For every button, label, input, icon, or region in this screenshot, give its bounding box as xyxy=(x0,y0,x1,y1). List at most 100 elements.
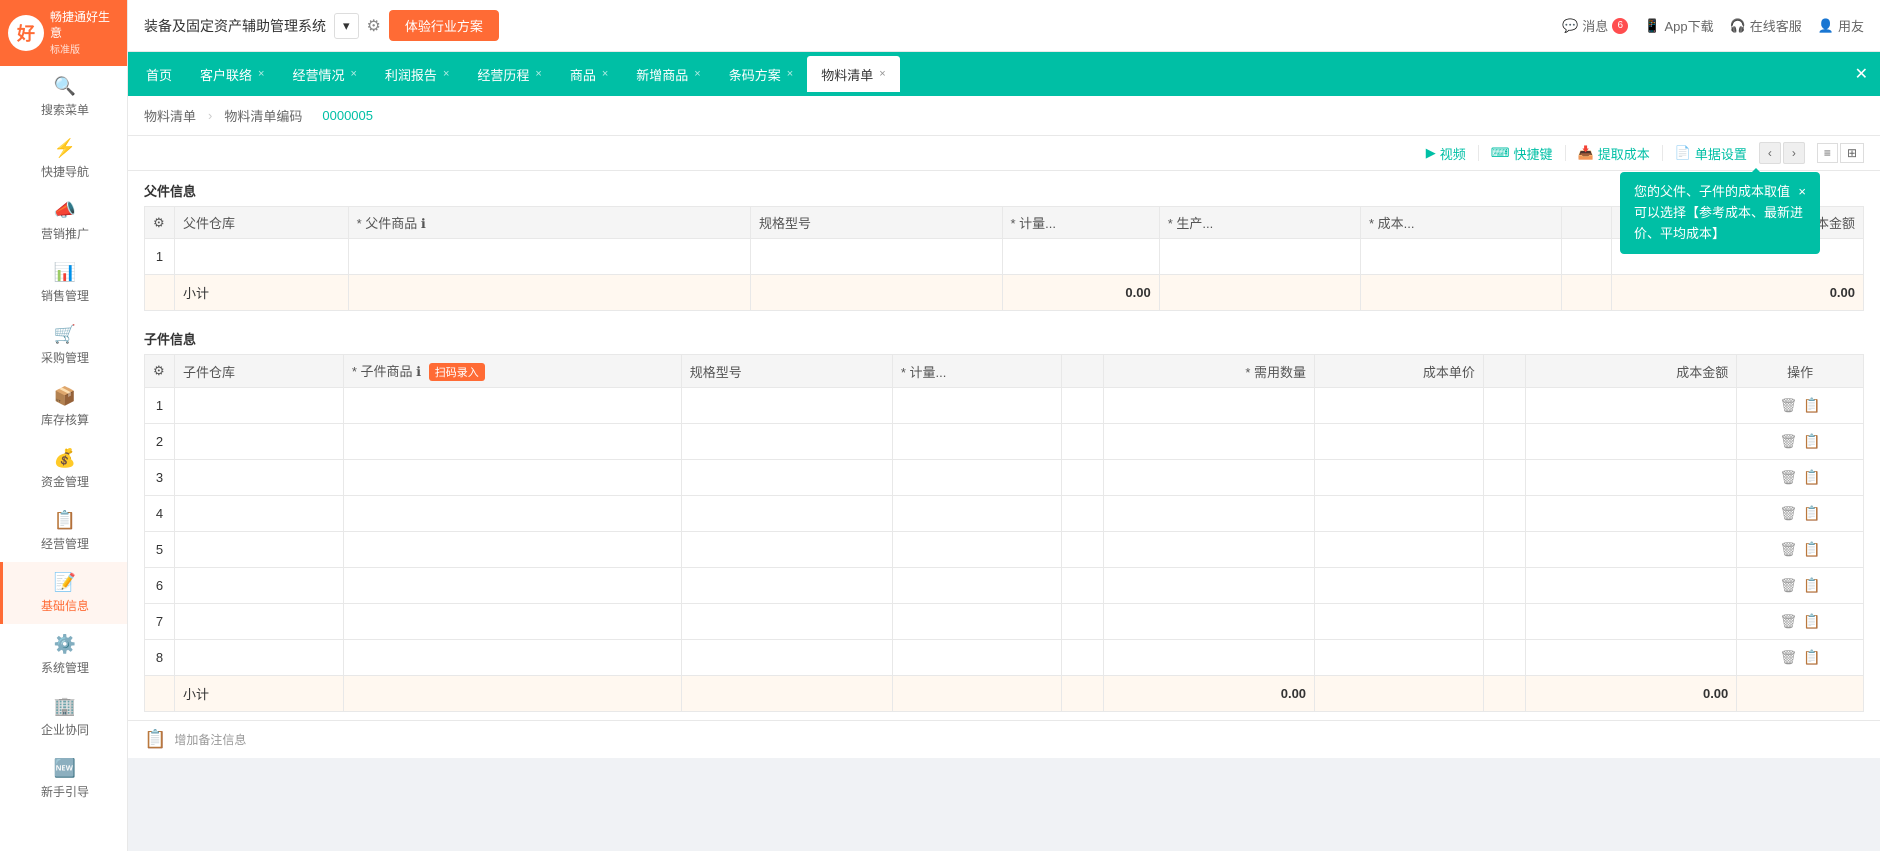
sidebar-item-basic[interactable]: 📝基础信息 xyxy=(0,562,127,624)
tab-close-goods[interactable]: × xyxy=(602,68,608,80)
sidebar-item-search[interactable]: 🔍搜索菜单 xyxy=(0,66,127,128)
child-quantity-8[interactable] xyxy=(1103,640,1314,676)
sidebar-item-quicknav[interactable]: ⚡快捷导航 xyxy=(0,128,127,190)
child-warehouse-8[interactable] xyxy=(175,640,344,676)
sidebar-item-enterprise[interactable]: 🏢企业协同 xyxy=(0,686,127,748)
child-delete-2[interactable]: 🗑 xyxy=(1780,433,1798,450)
close-all-tabs-btn[interactable]: ✕ xyxy=(1847,64,1876,84)
child-copy-8[interactable]: 📋 xyxy=(1803,649,1820,666)
parent-warehouse-1[interactable] xyxy=(175,239,349,275)
child-quantity-4[interactable] xyxy=(1103,496,1314,532)
child-unit-price-3[interactable] xyxy=(1315,460,1484,496)
child-unit-7[interactable] xyxy=(892,604,1061,640)
tab-close-barcode[interactable]: × xyxy=(787,68,793,80)
child-spec-8[interactable] xyxy=(681,640,892,676)
parent-spec-1[interactable] xyxy=(751,239,1003,275)
child-warehouse-2[interactable] xyxy=(175,424,344,460)
tab-close-history[interactable]: × xyxy=(535,68,541,80)
child-copy-6[interactable]: 📋 xyxy=(1803,577,1820,594)
child-copy-4[interactable]: 📋 xyxy=(1803,505,1820,522)
child-quantity-5[interactable] xyxy=(1103,532,1314,568)
child-unit-price-2[interactable] xyxy=(1315,424,1484,460)
child-delete-3[interactable]: 🗑 xyxy=(1780,469,1798,486)
user-btn[interactable]: 👤 用友 xyxy=(1818,16,1864,35)
nav-next-btn[interactable]: › xyxy=(1783,142,1805,164)
child-spec-5[interactable] xyxy=(681,532,892,568)
child-spec-2[interactable] xyxy=(681,424,892,460)
sidebar-item-system[interactable]: ⚙️系统管理 xyxy=(0,624,127,686)
sidebar-item-purchase[interactable]: 🛒采购管理 xyxy=(0,314,127,376)
child-delete-5[interactable]: 🗑 xyxy=(1780,541,1798,558)
child-unit-4[interactable] xyxy=(892,496,1061,532)
child-col-settings[interactable]: ⚙ xyxy=(145,355,175,388)
sidebar-item-inventory[interactable]: 📦库存核算 xyxy=(0,376,127,438)
tab-close-newgoods[interactable]: × xyxy=(694,68,700,80)
child-unit-5[interactable] xyxy=(892,532,1061,568)
online-service-btn[interactable]: 🎧 在线客服 xyxy=(1730,16,1802,35)
parent-col-settings[interactable]: ⚙ xyxy=(145,207,175,239)
tab-close-profit[interactable]: × xyxy=(443,68,449,80)
child-quantity-6[interactable] xyxy=(1103,568,1314,604)
app-download-btn[interactable]: 📱 App下载 xyxy=(1644,16,1713,35)
child-copy-1[interactable]: 📋 xyxy=(1803,397,1820,414)
child-goods-7[interactable] xyxy=(343,604,681,640)
child-warehouse-6[interactable] xyxy=(175,568,344,604)
child-quantity-7[interactable] xyxy=(1103,604,1314,640)
child-quantity-1[interactable] xyxy=(1103,388,1314,424)
list-view-btn[interactable]: ≡ xyxy=(1817,143,1838,163)
child-unit-price-6[interactable] xyxy=(1315,568,1484,604)
sidebar-item-marketing[interactable]: 📣营销推广 xyxy=(0,190,127,252)
tab-bom[interactable]: 物料清单× xyxy=(807,56,899,92)
child-delete-6[interactable]: 🗑 xyxy=(1780,577,1798,594)
child-delete-1[interactable]: 🗑 xyxy=(1780,397,1798,414)
child-cost-amount-1[interactable] xyxy=(1526,388,1737,424)
child-warehouse-4[interactable] xyxy=(175,496,344,532)
tab-close-bom[interactable]: × xyxy=(879,68,885,80)
parent-cost-1[interactable] xyxy=(1360,239,1561,275)
tab-customer[interactable]: 客户联络× xyxy=(186,56,278,92)
tab-operations[interactable]: 经营情况× xyxy=(278,56,370,92)
tab-close-customer[interactable]: × xyxy=(258,68,264,80)
child-warehouse-7[interactable] xyxy=(175,604,344,640)
child-cost-amount-4[interactable] xyxy=(1526,496,1737,532)
child-unit-price-8[interactable] xyxy=(1315,640,1484,676)
sidebar-item-finance[interactable]: 💰资金管理 xyxy=(0,438,127,500)
child-quantity-2[interactable] xyxy=(1103,424,1314,460)
sidebar-item-guide[interactable]: 🆕新手引导 xyxy=(0,748,127,810)
topbar-select-btn[interactable]: ▾ xyxy=(334,13,359,39)
tab-barcode[interactable]: 条码方案× xyxy=(715,56,807,92)
child-cost-amount-2[interactable] xyxy=(1526,424,1737,460)
child-warehouse-5[interactable] xyxy=(175,532,344,568)
tab-home[interactable]: 首页 xyxy=(132,56,186,92)
child-spec-7[interactable] xyxy=(681,604,892,640)
child-unit-3[interactable] xyxy=(892,460,1061,496)
child-unit-8[interactable] xyxy=(892,640,1061,676)
child-copy-2[interactable]: 📋 xyxy=(1803,433,1820,450)
sidebar-item-sales[interactable]: 📊销售管理 xyxy=(0,252,127,314)
parent-unit-1[interactable] xyxy=(1002,239,1159,275)
child-spec-3[interactable] xyxy=(681,460,892,496)
message-btn[interactable]: 💬 消息 6 xyxy=(1562,16,1628,35)
child-unit-price-5[interactable] xyxy=(1315,532,1484,568)
child-unit-1[interactable] xyxy=(892,388,1061,424)
child-goods-5[interactable] xyxy=(343,532,681,568)
child-warehouse-3[interactable] xyxy=(175,460,344,496)
child-goods-3[interactable] xyxy=(343,460,681,496)
video-btn[interactable]: ▶ 视频 xyxy=(1426,144,1466,163)
sidebar-item-operations[interactable]: 📋经营管理 xyxy=(0,500,127,562)
child-spec-1[interactable] xyxy=(681,388,892,424)
child-cost-amount-8[interactable] xyxy=(1526,640,1737,676)
child-unit-6[interactable] xyxy=(892,568,1061,604)
child-cost-amount-5[interactable] xyxy=(1526,532,1737,568)
child-unit-price-4[interactable] xyxy=(1315,496,1484,532)
child-goods-6[interactable] xyxy=(343,568,681,604)
child-copy-5[interactable]: 📋 xyxy=(1803,541,1820,558)
child-goods-8[interactable] xyxy=(343,640,681,676)
child-cost-amount-3[interactable] xyxy=(1526,460,1737,496)
grid-view-btn[interactable]: ⊞ xyxy=(1840,143,1864,163)
child-quantity-3[interactable] xyxy=(1103,460,1314,496)
tab-newgoods[interactable]: 新增商品× xyxy=(622,56,714,92)
child-delete-8[interactable]: 🗑 xyxy=(1780,649,1798,666)
child-unit-price-1[interactable] xyxy=(1315,388,1484,424)
parent-produce-1[interactable] xyxy=(1159,239,1360,275)
